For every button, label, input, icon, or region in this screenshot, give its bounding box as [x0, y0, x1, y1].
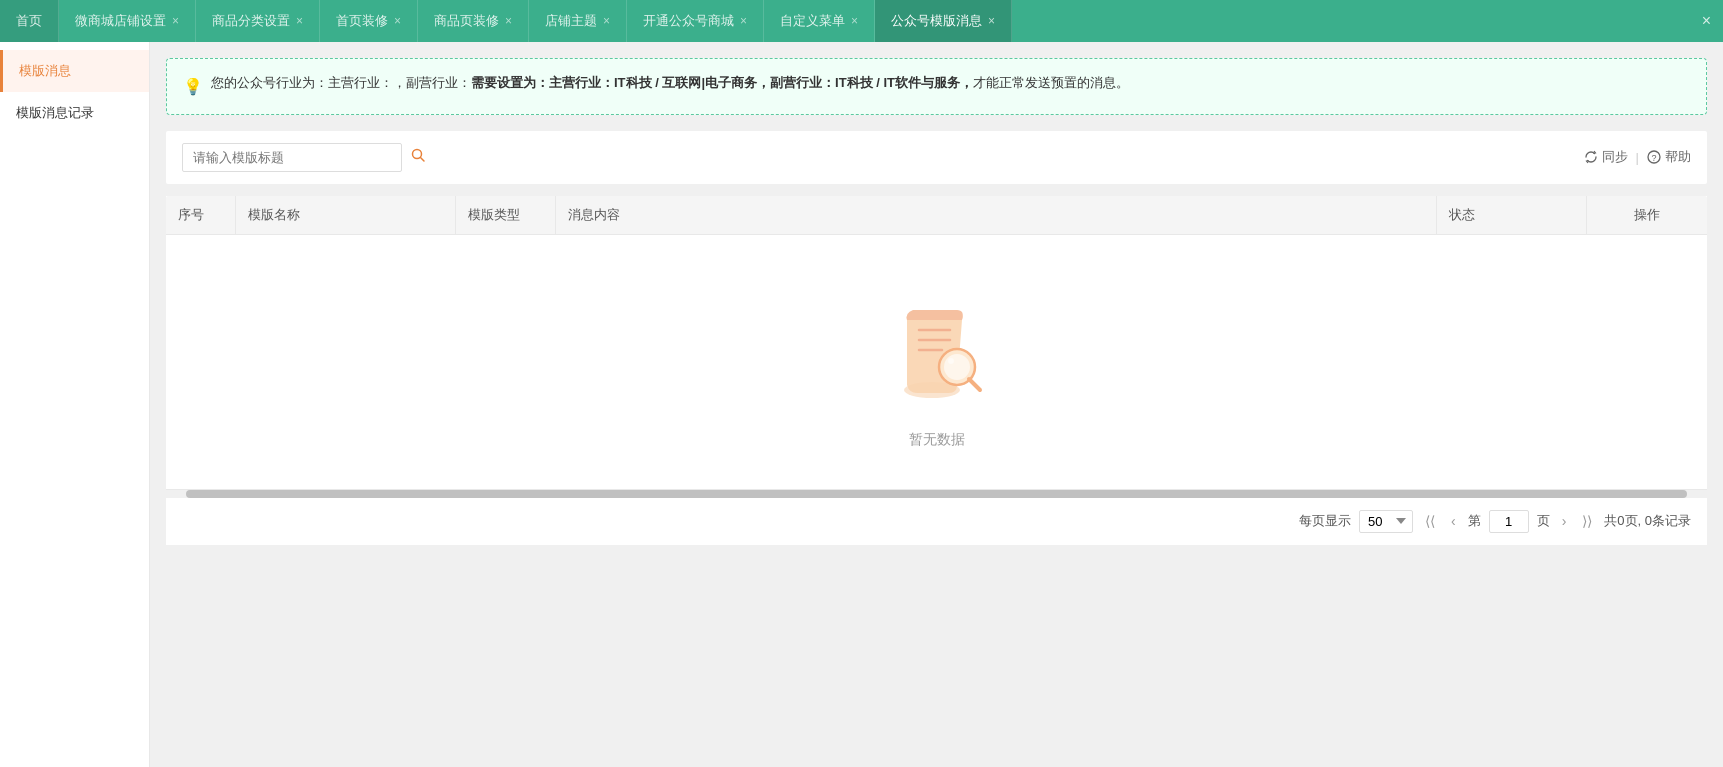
sync-icon [1584, 150, 1598, 164]
sync-label: 同步 [1602, 148, 1628, 166]
search-area: 同步 | ? 帮助 [166, 131, 1707, 184]
empty-text: 暂无数据 [909, 431, 965, 449]
tab-product-category-label: 商品分类设置 [212, 12, 290, 30]
close-custom-menu-icon[interactable]: × [851, 14, 858, 28]
close-shop-theme-icon[interactable]: × [603, 14, 610, 28]
last-page-button[interactable]: ⟩⟩ [1578, 511, 1596, 531]
tab-custom-menu-label: 自定义菜单 [780, 12, 845, 30]
th-action: 操作 [1587, 196, 1707, 234]
tab-shop-settings-label: 微商城店铺设置 [75, 12, 166, 30]
search-button[interactable] [410, 147, 426, 167]
main-layout: 模版消息 模版消息记录 💡 您的公众号行业为：主营行业：，副营行业：需要设置为：… [0, 42, 1723, 767]
search-input[interactable] [182, 143, 402, 172]
help-button[interactable]: ? 帮助 [1647, 148, 1691, 166]
next-page-button[interactable]: › [1558, 511, 1571, 531]
tab-custom-menu[interactable]: 自定义菜单 × [764, 0, 875, 42]
tab-home-label: 首页 [16, 12, 42, 30]
tab-shop-theme[interactable]: 店铺主题 × [529, 0, 627, 42]
notice-banner: 💡 您的公众号行业为：主营行业：，副营行业：需要设置为：主营行业：IT科技 / … [166, 58, 1707, 115]
scrollbar-thumb[interactable] [186, 490, 1687, 498]
svg-text:?: ? [1651, 153, 1656, 163]
sidebar: 模版消息 模版消息记录 [0, 42, 150, 767]
close-template-msg-icon[interactable]: × [988, 14, 995, 28]
tab-shop-theme-label: 店铺主题 [545, 12, 597, 30]
di-word: 第 [1468, 512, 1481, 530]
table-header: 序号 模版名称 模版类型 消息内容 状态 操作 [166, 196, 1707, 235]
content-area: 💡 您的公众号行业为：主营行业：，副营行业：需要设置为：主营行业：IT科技 / … [150, 42, 1723, 767]
svg-line-10 [969, 379, 980, 390]
search-left [182, 143, 426, 172]
notice-text: 您的公众号行业为：主营行业：，副营行业：需要设置为：主营行业：IT科技 / 互联… [211, 73, 1129, 94]
search-icon [410, 147, 426, 163]
svg-point-9 [944, 354, 970, 380]
close-product-decoration-icon[interactable]: × [505, 14, 512, 28]
help-icon: ? [1647, 150, 1661, 164]
total-text: 共0页, 0条记录 [1604, 512, 1691, 530]
sync-button[interactable]: 同步 [1584, 148, 1628, 166]
th-status: 状态 [1437, 196, 1587, 234]
close-home-decoration-icon[interactable]: × [394, 14, 401, 28]
sidebar-item-template-record[interactable]: 模版消息记录 [0, 92, 149, 134]
sidebar-item-template-msg[interactable]: 模版消息 [0, 50, 149, 92]
empty-illustration [877, 295, 997, 415]
th-type: 模版类型 [456, 196, 556, 234]
tab-product-category[interactable]: 商品分类设置 × [196, 0, 320, 42]
svg-line-1 [421, 158, 425, 162]
current-page-input[interactable] [1489, 510, 1529, 533]
empty-state: 暂无数据 [166, 235, 1707, 489]
tab-product-decoration[interactable]: 商品页装修 × [418, 0, 529, 42]
first-page-button[interactable]: ⟨⟨ [1421, 511, 1439, 531]
page-size-label: 每页显示 [1299, 512, 1351, 530]
sidebar-template-record-label: 模版消息记录 [16, 105, 94, 120]
horizontal-scrollbar[interactable] [166, 489, 1707, 497]
tab-open-mall-label: 开通公众号商城 [643, 12, 734, 30]
prev-page-button[interactable]: ‹ [1447, 511, 1460, 531]
divider: | [1636, 150, 1639, 165]
tab-template-msg-label: 公众号模版消息 [891, 12, 982, 30]
table-container: 序号 模版名称 模版类型 消息内容 状态 操作 [166, 196, 1707, 497]
table-wrapper: 序号 模版名称 模版类型 消息内容 状态 操作 [166, 196, 1707, 489]
tab-bar: 首页 微商城店铺设置 × 商品分类设置 × 首页装修 × 商品页装修 × 店铺主… [0, 0, 1723, 42]
tab-template-msg[interactable]: 公众号模版消息 × [875, 0, 1012, 42]
help-label: 帮助 [1665, 148, 1691, 166]
tab-product-decoration-label: 商品页装修 [434, 12, 499, 30]
th-seq: 序号 [166, 196, 236, 234]
th-content: 消息内容 [556, 196, 1437, 234]
tab-shop-settings[interactable]: 微商城店铺设置 × [59, 0, 196, 42]
th-name: 模版名称 [236, 196, 456, 234]
tab-open-mall[interactable]: 开通公众号商城 × [627, 0, 764, 42]
close-open-mall-icon[interactable]: × [740, 14, 747, 28]
close-all-button[interactable]: × [1690, 12, 1723, 30]
search-right: 同步 | ? 帮助 [1584, 148, 1691, 166]
sidebar-template-msg-label: 模版消息 [19, 63, 71, 78]
close-product-category-icon[interactable]: × [296, 14, 303, 28]
tab-home-decoration[interactable]: 首页装修 × [320, 0, 418, 42]
bulb-icon: 💡 [183, 74, 203, 100]
page-word: 页 [1537, 512, 1550, 530]
page-size-select[interactable]: 10 20 50 100 [1359, 510, 1413, 533]
pagination: 每页显示 10 20 50 100 ⟨⟨ ‹ 第 页 › ⟩⟩ 共0页, 0条记… [166, 497, 1707, 545]
svg-point-11 [948, 358, 954, 364]
tab-home[interactable]: 首页 [0, 0, 59, 42]
close-shop-settings-icon[interactable]: × [172, 14, 179, 28]
tab-home-decoration-label: 首页装修 [336, 12, 388, 30]
